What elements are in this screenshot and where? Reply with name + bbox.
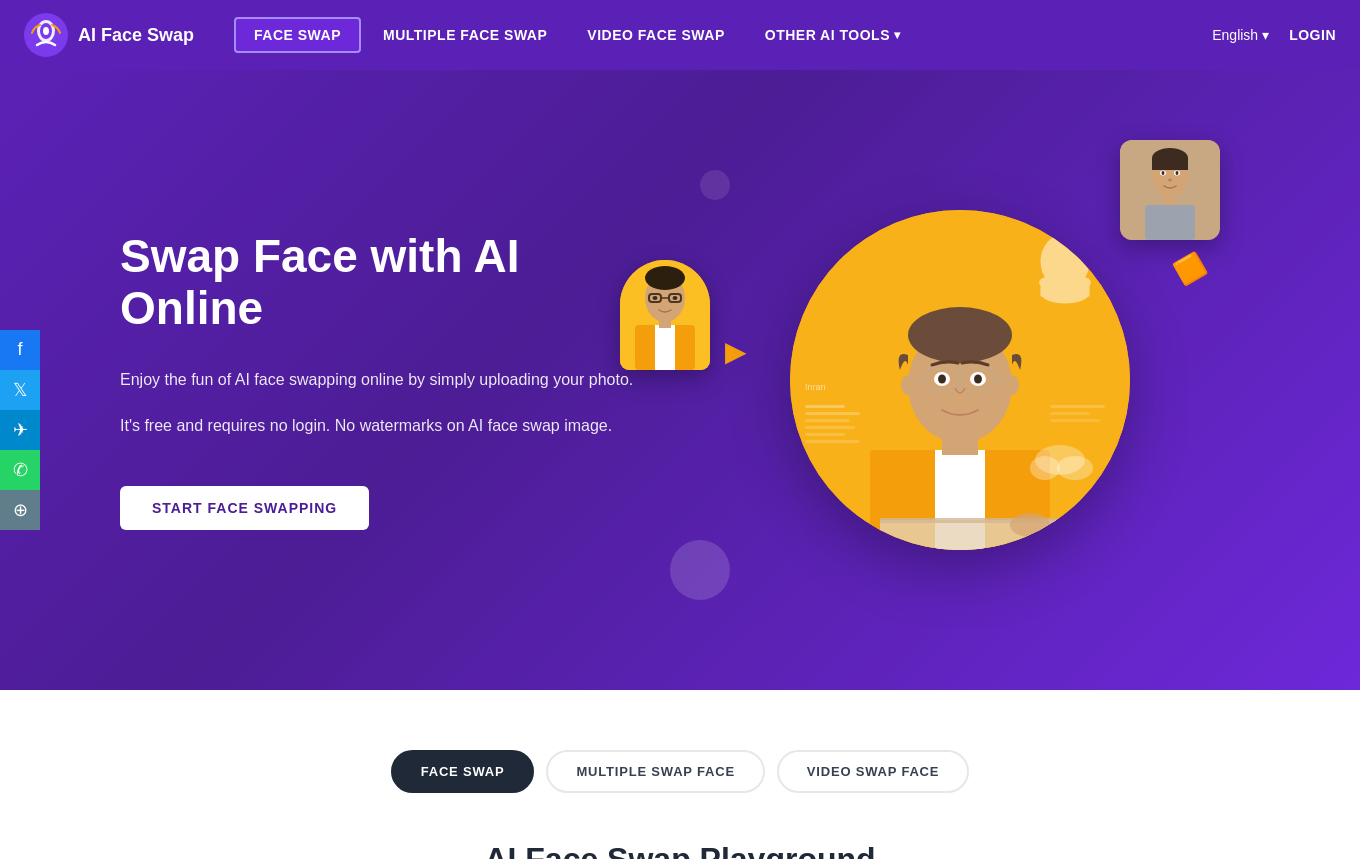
svg-point-17	[645, 266, 685, 290]
nav-links: FACE SWAP MULTIPLE FACE SWAP VIDEO FACE …	[234, 17, 1212, 53]
svg-point-3	[43, 27, 49, 35]
svg-point-21	[653, 296, 658, 300]
lang-chevron-icon: ▾	[1262, 27, 1269, 43]
svg-rect-36	[805, 419, 850, 422]
share-button[interactable]: ⊕	[0, 490, 40, 530]
svg-point-57	[901, 375, 915, 395]
source-face-svg	[1120, 140, 1220, 240]
source-face-image	[1120, 140, 1220, 240]
svg-point-64	[1057, 456, 1093, 480]
tab-multiple-swap-face[interactable]: MULTIPLE SWAP FACE	[546, 750, 764, 793]
tab-bar: FACE SWAP MULTIPLE SWAP FACE VIDEO SWAP …	[391, 750, 970, 793]
svg-rect-59	[880, 520, 1080, 550]
svg-rect-37	[805, 426, 855, 429]
login-button[interactable]: LOGIN	[1289, 27, 1336, 43]
svg-point-56	[974, 375, 982, 384]
social-sidebar: f 𝕏 ✈ ✆ ⊕	[0, 330, 40, 530]
language-selector[interactable]: English ▾	[1212, 27, 1269, 43]
svg-point-32	[1041, 283, 1090, 304]
tab-video-swap-face[interactable]: VIDEO SWAP FACE	[777, 750, 969, 793]
svg-rect-24	[655, 325, 675, 370]
hero-desc1: Enjoy the fun of AI face swapping online…	[120, 367, 640, 393]
svg-point-22	[673, 296, 678, 300]
nav-video-face-swap[interactable]: VIDEO FACE SWAP	[569, 19, 742, 51]
whatsapp-icon: ✆	[13, 459, 28, 481]
nav-face-swap[interactable]: FACE SWAP	[234, 17, 361, 53]
hero-image-area: 🔶	[640, 140, 1280, 620]
svg-point-54	[938, 375, 946, 384]
language-label: English	[1212, 27, 1258, 43]
hero-desc2: It's free and requires no login. No wate…	[120, 413, 640, 439]
bottom-section: FACE SWAP MULTIPLE SWAP FACE VIDEO SWAP …	[0, 690, 1360, 859]
svg-rect-34	[805, 405, 845, 408]
svg-rect-13	[1164, 195, 1176, 205]
nav-multiple-face-swap[interactable]: MULTIPLE FACE SWAP	[365, 19, 565, 51]
svg-rect-35	[805, 412, 860, 415]
whatsapp-share-button[interactable]: ✆	[0, 450, 40, 490]
facebook-icon: f	[17, 339, 22, 360]
arrow-down-icon: 🔶	[1166, 245, 1214, 292]
hero-section: Swap Face with AI Online Enjoy the fun o…	[0, 70, 1360, 690]
result-face-circle: Inran	[790, 210, 1130, 550]
svg-rect-42	[1050, 419, 1100, 422]
svg-rect-25	[659, 320, 671, 328]
telegram-share-button[interactable]: ✈	[0, 410, 40, 450]
svg-rect-14	[1145, 205, 1195, 240]
svg-rect-41	[1050, 412, 1090, 415]
logo-icon	[24, 13, 68, 57]
share-icon: ⊕	[13, 499, 28, 521]
hero-title: Swap Face with AI Online	[120, 230, 640, 336]
deco-circle-1	[670, 540, 730, 600]
nav-other-ai-tools[interactable]: OTHER AI TOOLS ▾	[747, 19, 919, 51]
navbar: AI Face Swap FACE SWAP MULTIPLE FACE SWA…	[0, 0, 1360, 70]
chevron-down-icon: ▾	[894, 28, 901, 42]
playground-title: AI Face Swap Playground	[484, 841, 875, 859]
svg-point-63	[1030, 456, 1060, 480]
arrow-right-icon: ▶	[725, 335, 747, 368]
deco-circle-2	[700, 170, 730, 200]
logo-link[interactable]: AI Face Swap	[24, 13, 194, 57]
other-ai-tools-label: OTHER AI TOOLS	[765, 27, 890, 43]
nav-right: English ▾ LOGIN	[1212, 27, 1336, 43]
svg-rect-60	[880, 518, 1080, 523]
svg-text:Inran: Inran	[805, 382, 826, 392]
svg-point-9	[1162, 171, 1165, 175]
brand-name: AI Face Swap	[78, 25, 194, 46]
facebook-share-button[interactable]: f	[0, 330, 40, 370]
svg-rect-38	[805, 433, 845, 436]
svg-point-12	[1168, 179, 1172, 182]
result-face-svg: Inran	[790, 210, 1130, 550]
svg-point-61	[1010, 513, 1050, 537]
svg-rect-40	[1050, 405, 1105, 408]
start-face-swapping-button[interactable]: START FACE SWAPPING	[120, 486, 369, 530]
hero-content: Swap Face with AI Online Enjoy the fun o…	[120, 230, 640, 531]
twitter-share-button[interactable]: 𝕏	[0, 370, 40, 410]
svg-point-11	[1176, 171, 1179, 175]
svg-point-58	[1005, 375, 1019, 395]
telegram-icon: ✈	[13, 419, 28, 441]
svg-rect-39	[805, 440, 860, 443]
svg-rect-7	[1152, 158, 1188, 170]
twitter-icon: 𝕏	[13, 379, 28, 401]
svg-point-47	[908, 307, 1012, 363]
tab-face-swap[interactable]: FACE SWAP	[391, 750, 535, 793]
